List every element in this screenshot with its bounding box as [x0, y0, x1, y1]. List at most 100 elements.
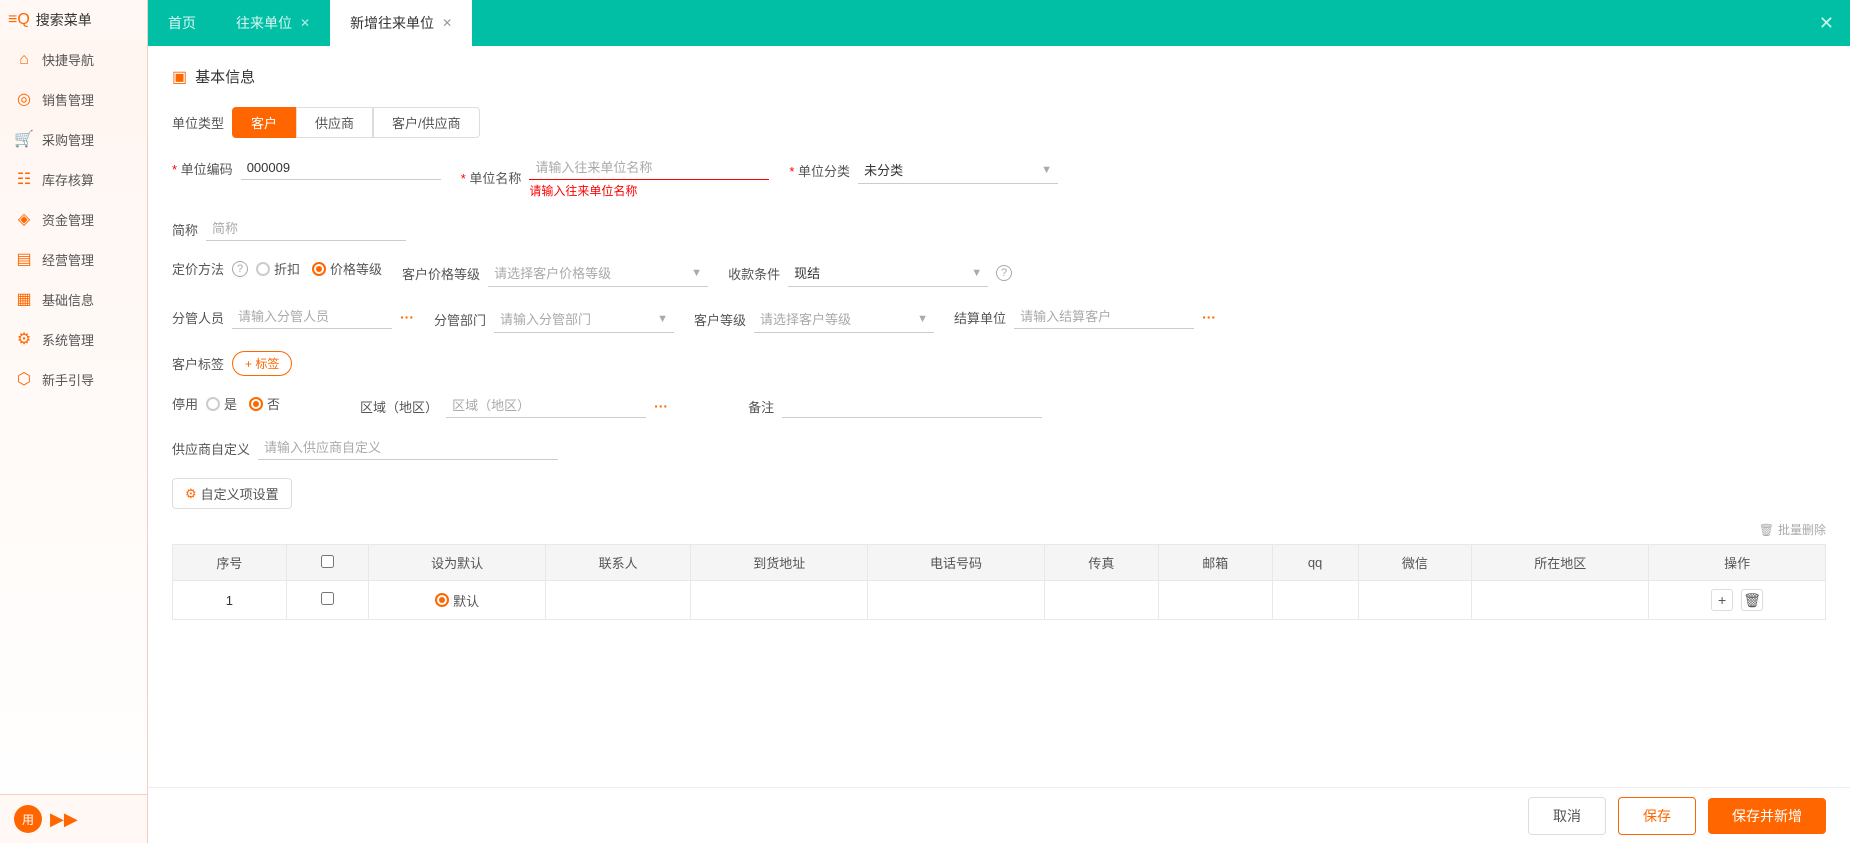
unit-type-btn-group: 客户 供应商 客户/供应商: [232, 107, 480, 138]
code-name-category-row: 单位编码 单位名称 请输入往来单位名称 单位分类 未分类 ▼: [172, 156, 1826, 199]
content-area: ▣ 基本信息 单位类型 客户 供应商 客户/供应商 单位编码 单位名称: [148, 46, 1850, 787]
remark-label: 备注: [748, 397, 774, 416]
disable-radio-no[interactable]: 否: [249, 394, 280, 413]
disable-yes-label: 是: [224, 394, 237, 413]
sidebar-item-purchase[interactable]: 🛒 采购管理: [0, 119, 147, 159]
tab-home[interactable]: 首页: [148, 0, 216, 46]
th-seq: 序号: [173, 545, 287, 581]
manager-more-btn[interactable]: ···: [400, 309, 414, 325]
row-delete-btn[interactable]: 🗑: [1741, 589, 1763, 611]
unit-name-field: 单位名称 请输入往来单位名称: [461, 156, 770, 199]
customer-level-placeholder: 请选择客户等级: [760, 309, 913, 328]
row-add-btn[interactable]: +: [1711, 589, 1733, 611]
type-btn-customer[interactable]: 客户: [232, 107, 296, 138]
settlement-unit-field: 结算单位 ···: [954, 305, 1216, 329]
sidebar-label-basic: 基础信息: [42, 290, 94, 309]
settlement-unit-more-btn[interactable]: ···: [1202, 309, 1216, 325]
sidebar-item-operation[interactable]: ▤ 经营管理: [0, 239, 147, 279]
payment-terms-arrow-icon: ▼: [971, 267, 982, 279]
disable-region-row: 停用 是 否 区域（地区） ···: [172, 394, 1826, 418]
search-menu-label: 搜索菜单: [36, 10, 92, 30]
th-fax: 传真: [1044, 545, 1158, 581]
disable-no-circle: [249, 397, 263, 411]
supplier-custom-row: 供应商自定义: [172, 436, 1826, 460]
unit-code-field: 单位编码: [172, 156, 441, 180]
sidebar-expand-icon[interactable]: ▶▶: [50, 809, 78, 830]
sidebar-label-quick-nav: 快捷导航: [42, 50, 94, 69]
sidebar-item-inventory[interactable]: ☷ 库存核算: [0, 159, 147, 199]
pricing-radio-level-circle: [312, 262, 326, 276]
pricing-help-icon[interactable]: ?: [232, 261, 248, 277]
remark-field: 备注: [748, 394, 1042, 418]
sidebar-item-sales[interactable]: ◎ 销售管理: [0, 79, 147, 119]
row-checkbox[interactable]: [321, 592, 334, 605]
unit-name-input[interactable]: [529, 156, 769, 180]
guide-icon: ⬡: [14, 369, 34, 389]
batch-delete-btn[interactable]: 🗑 批量删除: [1759, 521, 1826, 538]
sidebar-item-guide[interactable]: ⬡ 新手引导: [0, 359, 147, 399]
dept-field: 分管部门 请输入分管部门 ▼: [434, 305, 674, 333]
row-default-circle: [435, 593, 449, 607]
section-header: ▣ 基本信息: [172, 66, 1826, 87]
pricing-radio-level[interactable]: 价格等级: [312, 259, 382, 278]
save-new-button[interactable]: 保存并新增: [1708, 798, 1826, 834]
tab-bar-close-all[interactable]: ✕: [1803, 13, 1850, 34]
tab-partner-list[interactable]: 往来单位 ✕: [216, 0, 330, 46]
th-qq: qq: [1272, 545, 1358, 581]
bottom-bar: 取消 保存 保存并新增: [148, 787, 1850, 843]
pricing-radio-discount[interactable]: 折扣: [256, 259, 300, 278]
th-contact: 联系人: [545, 545, 690, 581]
payment-terms-help-icon[interactable]: ?: [996, 265, 1012, 281]
tab-partner-list-close[interactable]: ✕: [300, 16, 310, 30]
settlement-unit-label: 结算单位: [954, 308, 1006, 327]
customer-tag-row: 客户标签 + 标签: [172, 351, 1826, 376]
search-menu[interactable]: ≡Q 搜索菜单: [0, 0, 147, 40]
trash-icon: 🗑: [1759, 523, 1774, 537]
customer-price-level-select[interactable]: 请选择客户价格等级 ▼: [488, 259, 708, 287]
pricing-row: 定价方法 ? 折扣 价格等级 客户价格等级: [172, 259, 1826, 287]
sidebar-item-quick-nav[interactable]: ⌂ 快捷导航: [0, 40, 147, 79]
category-arrow-icon: ▼: [1041, 164, 1052, 176]
select-all-checkbox[interactable]: [321, 555, 334, 568]
td-default: 默认: [369, 581, 546, 620]
region-input[interactable]: [446, 394, 646, 418]
td-region: [1472, 581, 1649, 620]
cancel-button[interactable]: 取消: [1528, 797, 1606, 835]
disable-no-dot: [253, 401, 259, 407]
disable-radio-yes[interactable]: 是: [206, 394, 237, 413]
th-default: 设为默认: [369, 545, 546, 581]
unit-code-input[interactable]: [241, 156, 441, 180]
sidebar-item-finance[interactable]: ◈ 资金管理: [0, 199, 147, 239]
dept-select[interactable]: 请输入分管部门 ▼: [494, 305, 674, 333]
region-more-btn[interactable]: ···: [654, 398, 668, 414]
settlement-unit-input[interactable]: [1014, 305, 1194, 329]
unit-name-label: 单位名称: [461, 168, 522, 187]
abbr-field: 简称: [172, 217, 406, 241]
unit-category-select[interactable]: 未分类 ▼: [858, 156, 1058, 184]
sidebar-item-system[interactable]: ⚙ 系统管理: [0, 319, 147, 359]
row-default-radio[interactable]: 默认: [379, 591, 535, 610]
contact-table: 序号 设为默认 联系人 到货地址 电话号码 传真 邮箱 qq 微信 所在地区 操…: [172, 544, 1826, 620]
remark-input[interactable]: [782, 394, 1042, 418]
custom-settings-btn[interactable]: ⚙ 自定义项设置: [172, 478, 292, 509]
abbr-input[interactable]: [206, 217, 406, 241]
supplier-custom-input[interactable]: [258, 436, 558, 460]
type-btn-supplier[interactable]: 供应商: [296, 107, 373, 138]
search-icon: ≡Q: [8, 11, 30, 29]
unit-type-row: 单位类型 客户 供应商 客户/供应商: [172, 107, 1826, 138]
unit-name-error: 请输入往来单位名称: [529, 182, 769, 199]
customer-level-select[interactable]: 请选择客户等级 ▼: [754, 305, 934, 333]
section-title: 基本信息: [195, 66, 255, 87]
sidebar-item-basic[interactable]: ▦ 基础信息: [0, 279, 147, 319]
region-field: 区域（地区） ···: [360, 394, 668, 418]
manager-input[interactable]: [232, 305, 392, 329]
abbr-row: 简称: [172, 217, 1826, 241]
tab-add-partner[interactable]: 新增往来单位 ✕: [330, 0, 472, 46]
sales-icon: ◎: [14, 89, 34, 109]
save-button[interactable]: 保存: [1618, 797, 1696, 835]
row-default-dot: [439, 597, 445, 603]
payment-terms-select[interactable]: 现结 ▼: [788, 259, 988, 287]
tab-add-partner-close[interactable]: ✕: [442, 16, 452, 30]
type-btn-both[interactable]: 客户/供应商: [373, 107, 480, 138]
add-tag-btn[interactable]: + 标签: [232, 351, 292, 376]
